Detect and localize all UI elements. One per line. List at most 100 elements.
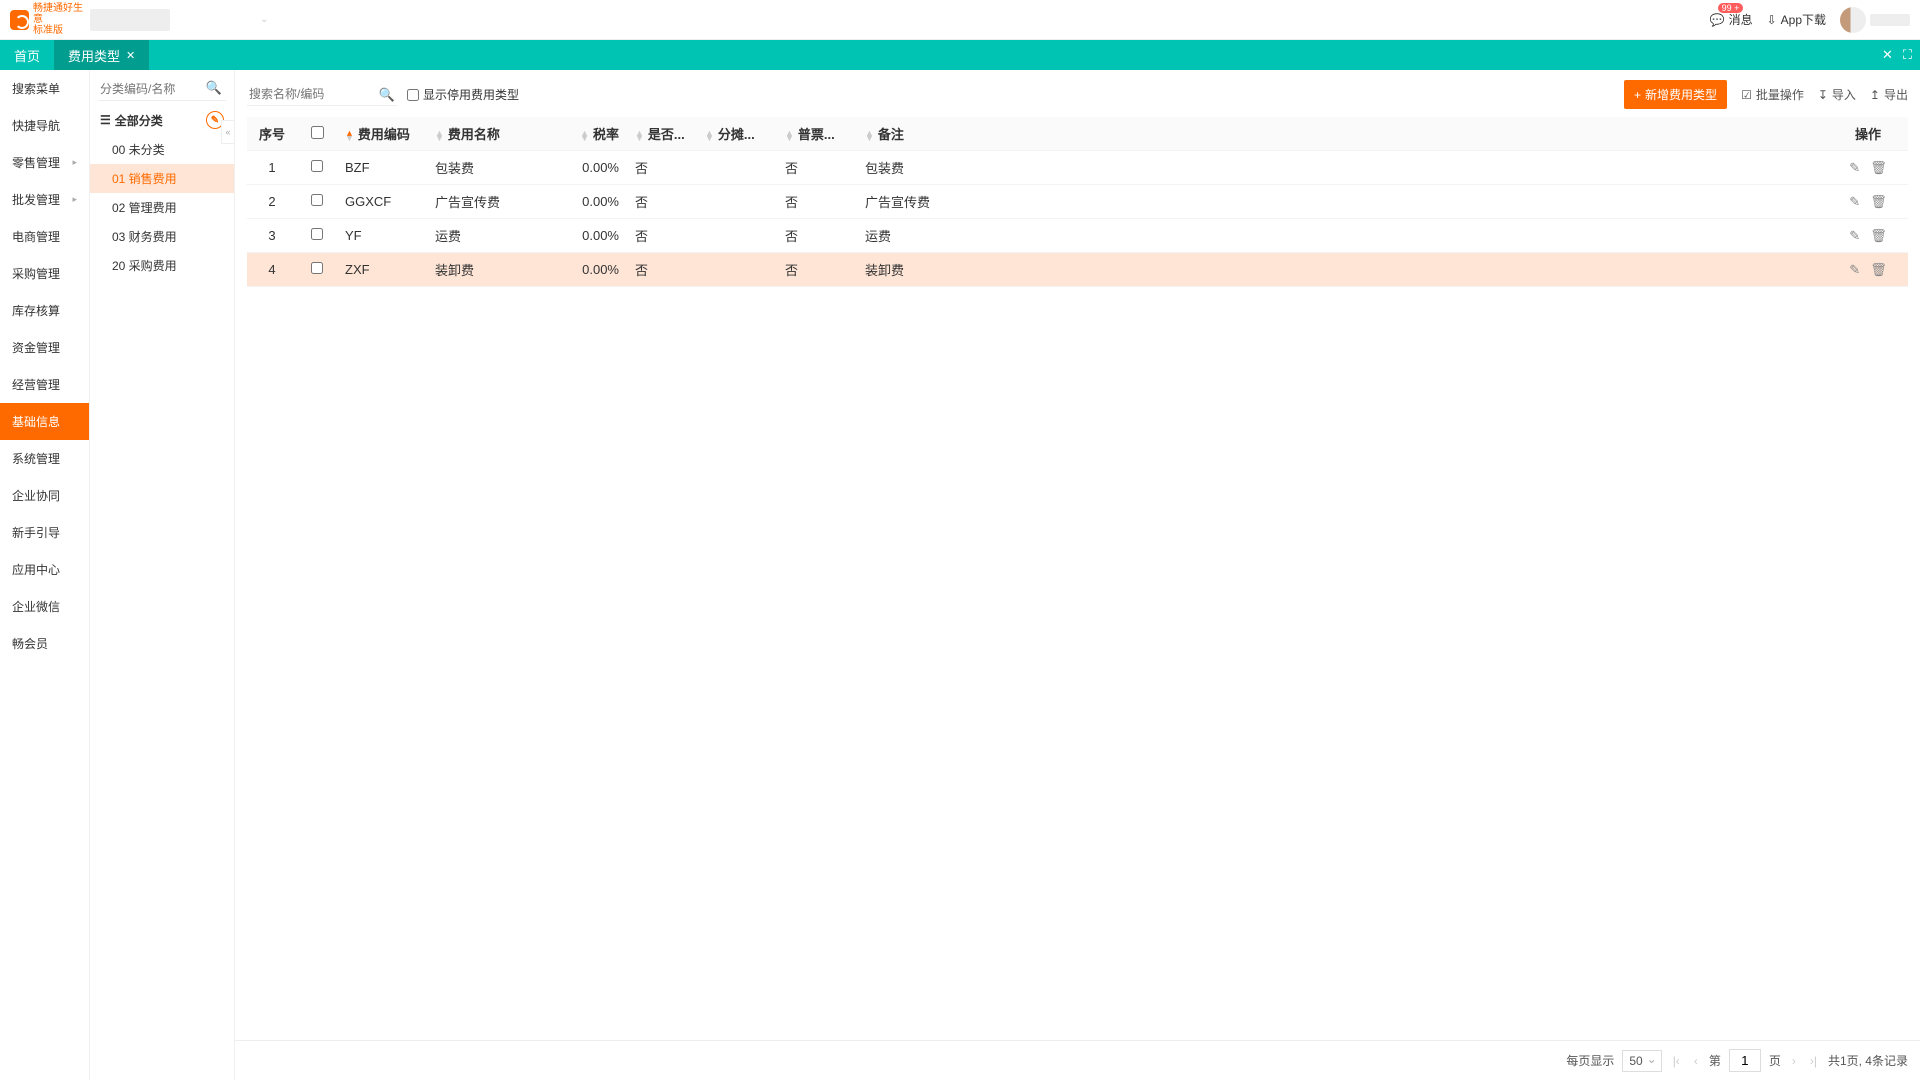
- table-row[interactable]: 4ZXF装卸费0.00%否否装卸费✎🗑: [247, 253, 1908, 287]
- import-button[interactable]: ↧ 导入: [1818, 86, 1856, 103]
- sort-icon: ▲▼: [785, 131, 794, 141]
- col-header-index[interactable]: 序号: [247, 117, 297, 151]
- tab-home[interactable]: 首页: [0, 40, 54, 70]
- col-header-invoice[interactable]: ▲▼普票...: [777, 117, 857, 151]
- sidebar-item-ecommerce[interactable]: 电商管理: [0, 218, 89, 255]
- table-row[interactable]: 2GGXCF广告宣传费0.00%否否广告宣传费✎🗑: [247, 185, 1908, 219]
- brand-logo: 畅捷通好生意 标准版: [10, 3, 90, 36]
- col-header-name[interactable]: ▲▼费用名称: [427, 117, 557, 151]
- cell-ops: ✎🗑: [1828, 185, 1908, 219]
- collapse-panel-button[interactable]: «: [221, 120, 235, 144]
- sidebar-item-quick-nav[interactable]: 快捷导航: [0, 107, 89, 144]
- category-item[interactable]: 01 销售费用: [90, 164, 234, 193]
- batch-icon: ☑: [1741, 88, 1752, 102]
- edit-icon[interactable]: ✎: [1849, 160, 1860, 176]
- next-page-button[interactable]: ›: [1789, 1054, 1799, 1068]
- messages-badge: 99 +: [1718, 3, 1744, 13]
- edit-icon[interactable]: ✎: [1849, 194, 1860, 210]
- cell-rate: 0.00%: [557, 185, 627, 219]
- show-disabled-input[interactable]: [407, 89, 419, 101]
- import-label: 导入: [1832, 86, 1856, 103]
- select-all-checkbox[interactable]: [311, 126, 324, 139]
- show-disabled-checkbox[interactable]: 显示停用费用类型: [407, 86, 519, 103]
- row-checkbox[interactable]: [311, 160, 323, 172]
- cell-checkbox[interactable]: [297, 151, 337, 185]
- delete-icon[interactable]: 🗑: [1870, 228, 1887, 244]
- cell-allocation: [697, 253, 777, 287]
- close-icon[interactable]: ✕: [126, 49, 135, 62]
- col-header-remark[interactable]: ▲▼备注: [857, 117, 1828, 151]
- category-all[interactable]: ☰ 全部分类 ✎: [90, 105, 234, 135]
- sidebar-item-basic-info[interactable]: 基础信息: [0, 403, 89, 440]
- brand-icon: [10, 10, 29, 30]
- sidebar-item-purchase[interactable]: 采购管理: [0, 255, 89, 292]
- sidebar-item-wecom[interactable]: 企业微信: [0, 588, 89, 625]
- col-header-code[interactable]: ▲▼费用编码: [337, 117, 427, 151]
- sidebar-item-app-center[interactable]: 应用中心: [0, 551, 89, 588]
- sidebar-item-inventory[interactable]: 库存核算: [0, 292, 89, 329]
- category-item[interactable]: 02 管理费用: [90, 193, 234, 222]
- messages-button[interactable]: 💬 消息 99 +: [1710, 11, 1753, 28]
- row-checkbox[interactable]: [311, 228, 323, 240]
- search-icon[interactable]: 🔍: [206, 80, 222, 96]
- cell-index: 4: [247, 253, 297, 287]
- sidebar-item-member[interactable]: 畅会员: [0, 625, 89, 662]
- sidebar-item-label: 新手引导: [12, 524, 60, 541]
- app-download-button[interactable]: ⇩ App下载: [1767, 11, 1826, 28]
- per-page-select[interactable]: 50: [1622, 1050, 1661, 1072]
- last-page-button[interactable]: ›|: [1807, 1054, 1820, 1068]
- row-checkbox[interactable]: [311, 194, 323, 206]
- cell-invoice: 否: [777, 185, 857, 219]
- delete-icon[interactable]: 🗑: [1870, 262, 1887, 278]
- category-item[interactable]: 00 未分类: [90, 135, 234, 164]
- cell-checkbox[interactable]: [297, 253, 337, 287]
- page-input[interactable]: [1729, 1049, 1761, 1072]
- col-header-rate[interactable]: ▲▼税率: [557, 117, 627, 151]
- cell-code: BZF: [337, 151, 427, 185]
- sidebar-item-system[interactable]: 系统管理: [0, 440, 89, 477]
- batch-actions-button[interactable]: ☑ 批量操作: [1741, 86, 1804, 103]
- col-header-ops: 操作: [1828, 117, 1908, 151]
- cell-is: 否: [627, 185, 697, 219]
- col-header-checkbox[interactable]: [297, 117, 337, 151]
- prev-page-button[interactable]: ‹: [1691, 1054, 1701, 1068]
- sidebar-item-label: 零售管理: [12, 154, 60, 171]
- sidebar-item-wholesale[interactable]: 批发管理▸: [0, 181, 89, 218]
- fullscreen-icon[interactable]: ⛶: [1903, 47, 1912, 63]
- category-item[interactable]: 20 采购费用: [90, 251, 234, 280]
- import-icon: ↧: [1818, 88, 1828, 102]
- sidebar-item-funds[interactable]: 资金管理: [0, 329, 89, 366]
- delete-icon[interactable]: 🗑: [1870, 160, 1887, 176]
- sidebar-item-label: 应用中心: [12, 561, 60, 578]
- tab-bar: 首页 费用类型 ✕ ✕ ⛶: [0, 40, 1920, 70]
- table-row[interactable]: 3YF运费0.00%否否运费✎🗑: [247, 219, 1908, 253]
- col-header-allocation[interactable]: ▲▼分摊...: [697, 117, 777, 151]
- sidebar-item-search-menu[interactable]: 搜索菜单: [0, 70, 89, 107]
- table-row[interactable]: 1BZF包装费0.00%否否包装费✎🗑: [247, 151, 1908, 185]
- sidebar-item-operations[interactable]: 经营管理: [0, 366, 89, 403]
- cell-checkbox[interactable]: [297, 219, 337, 253]
- search-input[interactable]: [247, 83, 397, 106]
- export-button[interactable]: ↥ 导出: [1870, 86, 1908, 103]
- add-button-label: 新增费用类型: [1645, 86, 1717, 103]
- account-switcher[interactable]: ⌄: [90, 9, 290, 31]
- row-checkbox[interactable]: [311, 262, 323, 274]
- category-item[interactable]: 03 财务费用: [90, 222, 234, 251]
- user-menu[interactable]: [1840, 7, 1910, 33]
- sidebar-item-retail[interactable]: 零售管理▸: [0, 144, 89, 181]
- sidebar-item-collab[interactable]: 企业协同: [0, 477, 89, 514]
- tab-close-all-icon[interactable]: ✕: [1882, 47, 1893, 63]
- cell-rate: 0.00%: [557, 219, 627, 253]
- search-icon[interactable]: 🔍: [379, 87, 395, 103]
- col-header-is[interactable]: ▲▼是否...: [627, 117, 697, 151]
- edit-icon[interactable]: ✎: [1849, 262, 1860, 278]
- delete-icon[interactable]: 🗑: [1870, 194, 1887, 210]
- sidebar-item-guide[interactable]: 新手引导: [0, 514, 89, 551]
- add-expense-type-button[interactable]: + 新增费用类型: [1624, 80, 1727, 109]
- first-page-button[interactable]: |‹: [1670, 1054, 1683, 1068]
- plus-icon: +: [1634, 88, 1641, 102]
- cell-checkbox[interactable]: [297, 185, 337, 219]
- tab-expense-type[interactable]: 费用类型 ✕: [54, 40, 149, 70]
- edit-icon[interactable]: ✎: [1849, 228, 1860, 244]
- show-disabled-label: 显示停用费用类型: [423, 86, 519, 103]
